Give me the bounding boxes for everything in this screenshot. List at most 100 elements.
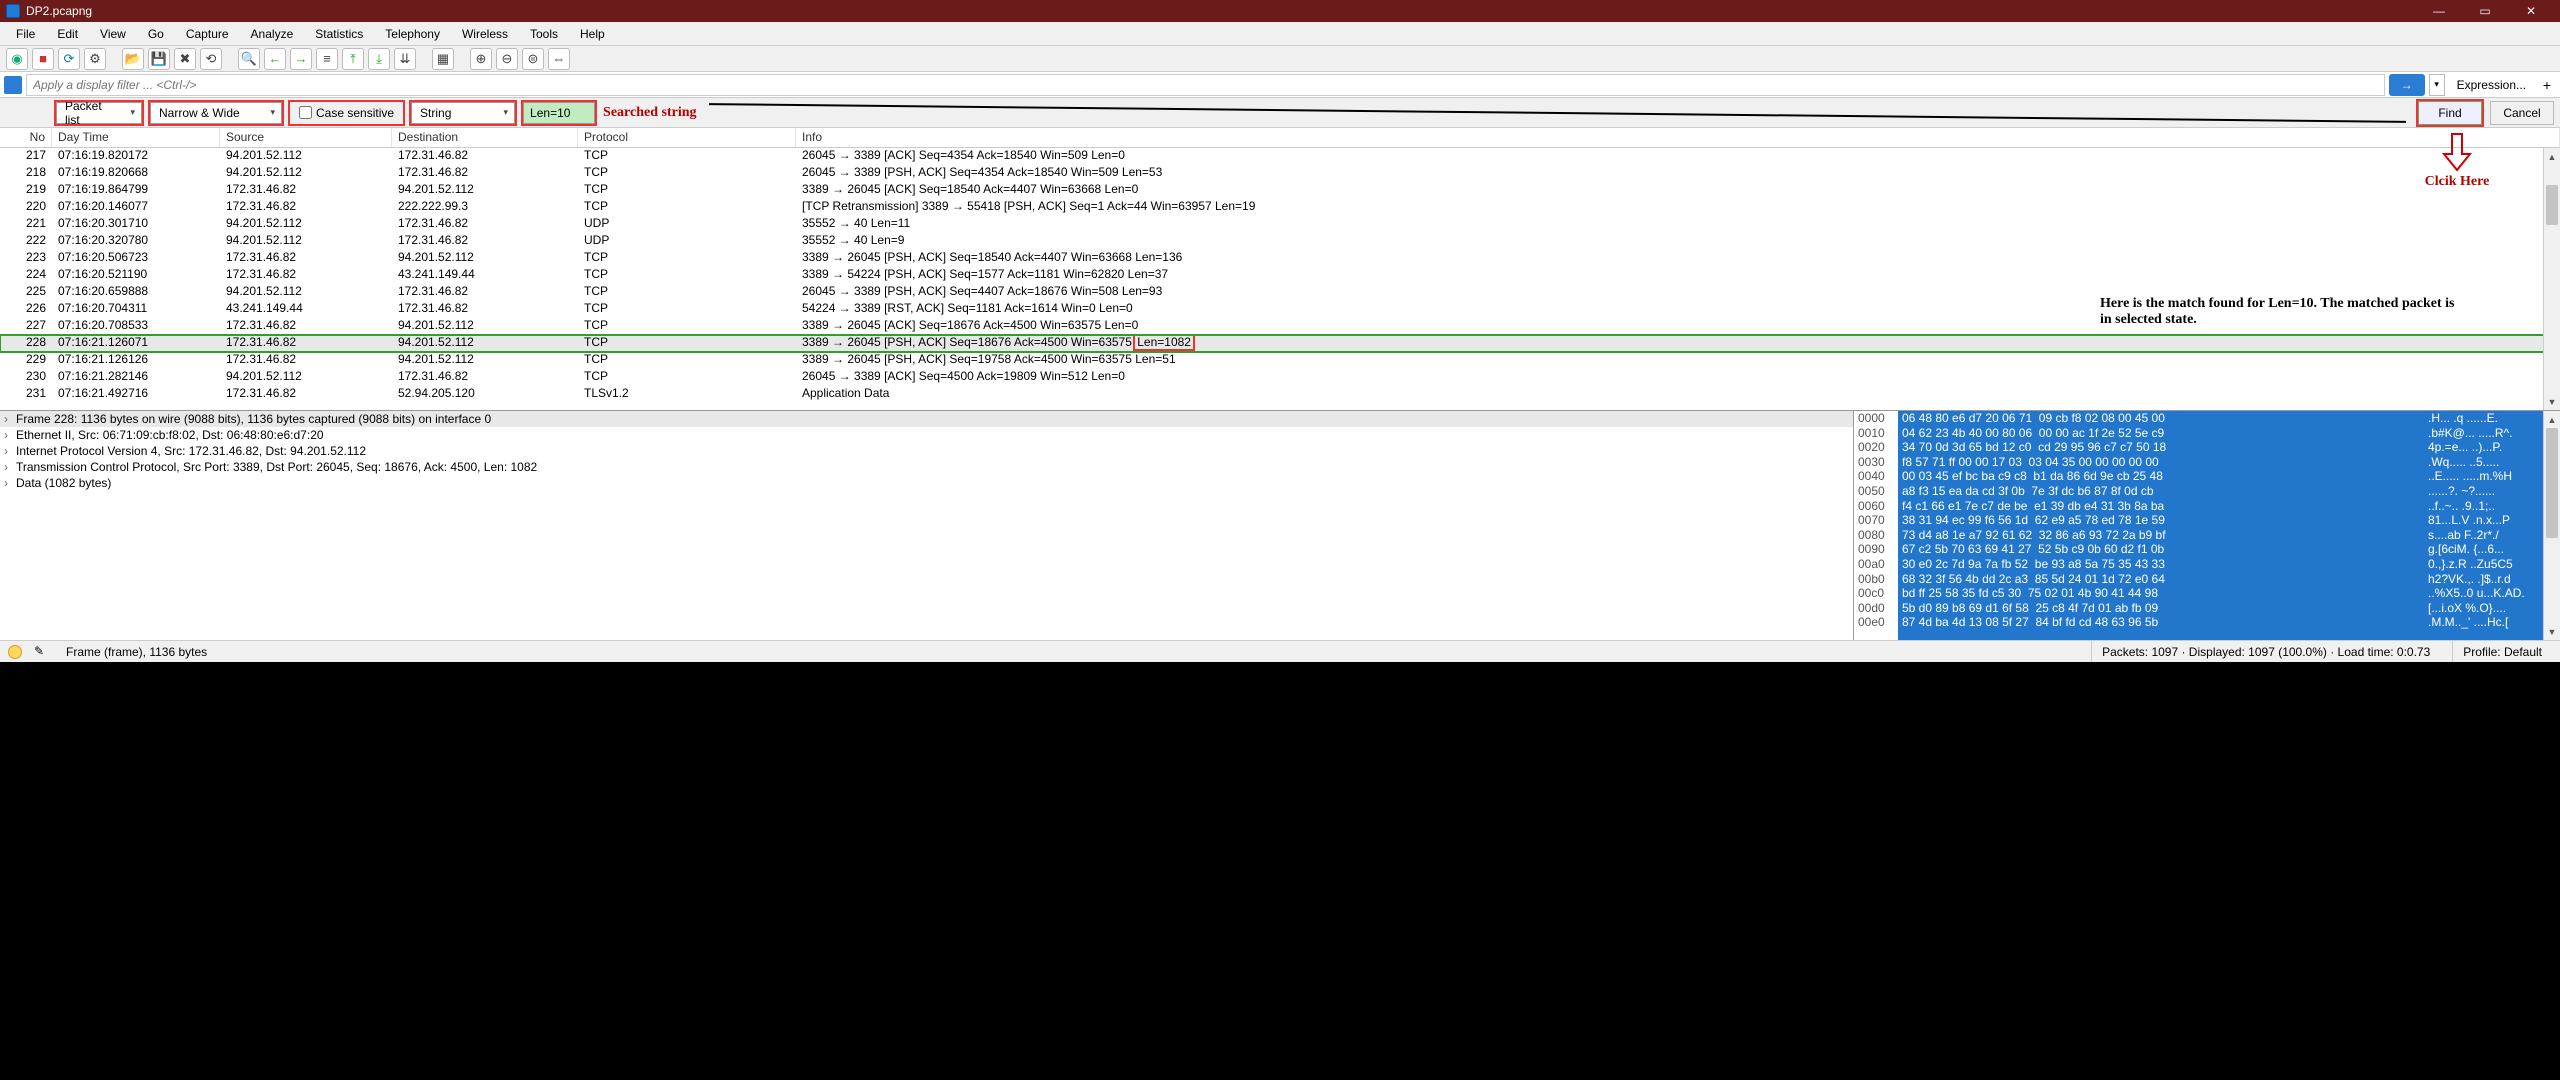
detail-line: Ethernet II, Src: 06:71:09:cb:f8:02, Dst… (16, 428, 324, 442)
menu-file[interactable]: File (6, 24, 45, 44)
col-header-no[interactable]: No (0, 128, 52, 147)
filter-history-dropdown[interactable]: ▾ (2429, 74, 2445, 96)
packet-row[interactable]: 22107:16:20.30171094.201.52.112172.31.46… (0, 216, 2560, 233)
packet-row[interactable]: 23007:16:21.28214694.201.52.112172.31.46… (0, 369, 2560, 386)
bottom-panes: ›Frame 228: 1136 bytes on wire (9088 bit… (0, 410, 2560, 640)
titlebar: DP2.pcapng — ▭ ✕ (0, 0, 2560, 22)
go-back-icon[interactable]: ← (264, 48, 286, 70)
edit-capture-comment-icon[interactable]: ✎ (34, 644, 54, 660)
expand-icon[interactable]: › (4, 460, 16, 474)
packet-row[interactable]: 22507:16:20.65988894.201.52.112172.31.46… (0, 284, 2560, 301)
annotation-line (709, 103, 2406, 123)
packet-row[interactable]: 21807:16:19.82066894.201.52.112172.31.46… (0, 165, 2560, 182)
packet-row[interactable]: 22807:16:21.126071172.31.46.8294.201.52.… (0, 335, 2560, 352)
scroll-down-arrow[interactable]: ▼ (2544, 393, 2560, 410)
expression-button[interactable]: Expression... (2449, 78, 2534, 92)
minimize-button[interactable]: — (2416, 0, 2462, 22)
col-header-destination[interactable]: Destination (392, 128, 578, 147)
col-header-source[interactable]: Source (220, 128, 392, 147)
status-profile[interactable]: Profile: Default (2452, 641, 2552, 663)
search-value-input[interactable]: Len=10 (523, 102, 595, 124)
start-capture-icon[interactable]: ◉ (6, 48, 28, 70)
menu-view[interactable]: View (90, 24, 136, 44)
col-header-protocol[interactable]: Protocol (578, 128, 796, 147)
packet-row[interactable]: 22007:16:20.146077172.31.46.82222.222.99… (0, 199, 2560, 216)
resize-columns-icon[interactable]: ⇔ (548, 48, 570, 70)
restart-capture-icon[interactable]: ⟳ (58, 48, 80, 70)
col-header-info[interactable]: Info (796, 128, 2560, 147)
close-button[interactable]: ✕ (2508, 0, 2554, 22)
expand-icon[interactable]: › (4, 444, 16, 458)
scroll-down-arrow[interactable]: ▼ (2544, 623, 2560, 640)
expand-icon[interactable]: › (4, 476, 16, 490)
packet-row[interactable]: 21707:16:19.82017294.201.52.112172.31.46… (0, 148, 2560, 165)
go-first-icon[interactable]: ⤒ (342, 48, 364, 70)
add-filter-button[interactable]: + (2538, 77, 2556, 93)
packet-row[interactable]: 22707:16:20.708533172.31.46.8294.201.52.… (0, 318, 2560, 335)
menu-analyze[interactable]: Analyze (241, 24, 304, 44)
open-file-icon[interactable]: 📂 (122, 48, 144, 70)
capture-options-icon[interactable]: ⚙ (84, 48, 106, 70)
expand-icon[interactable]: › (4, 428, 16, 442)
menu-edit[interactable]: Edit (47, 24, 88, 44)
detail-line: Data (1082 bytes) (16, 476, 111, 490)
packet-details-pane[interactable]: ›Frame 228: 1136 bytes on wire (9088 bit… (0, 411, 1854, 640)
close-file-icon[interactable]: ✖ (174, 48, 196, 70)
case-sensitive-checkbox[interactable]: Case sensitive (290, 102, 403, 124)
search-type-dropdown[interactable]: String (411, 102, 515, 124)
menu-wireless[interactable]: Wireless (452, 24, 518, 44)
filter-bookmark-icon[interactable] (4, 76, 22, 94)
menu-help[interactable]: Help (570, 24, 615, 44)
search-area-dropdown[interactable]: Packet list (56, 102, 142, 124)
maximize-button[interactable]: ▭ (2462, 0, 2508, 22)
scroll-up-arrow[interactable]: ▲ (2544, 411, 2560, 428)
save-file-icon[interactable]: 💾 (148, 48, 170, 70)
scroll-thumb[interactable] (2546, 185, 2558, 225)
autoscroll-icon[interactable]: ⇊ (394, 48, 416, 70)
search-charset-dropdown[interactable]: Narrow & Wide (150, 102, 282, 124)
find-packet-bar: Packet list Narrow & Wide Case sensitive… (0, 98, 2560, 128)
packet-row[interactable]: 22407:16:20.521190172.31.46.8243.241.149… (0, 267, 2560, 284)
col-header-time[interactable]: Day Time (52, 128, 220, 147)
window-title: DP2.pcapng (26, 4, 92, 18)
annotation-searched-string: Searched string (603, 105, 696, 121)
display-filter-bar: → ▾ Expression... + (0, 72, 2560, 98)
menu-go[interactable]: Go (138, 24, 174, 44)
menu-telephony[interactable]: Telephony (375, 24, 450, 44)
detail-line: Frame 228: 1136 bytes on wire (9088 bits… (16, 412, 491, 426)
packet-bytes-pane[interactable]: 0000001000200030004000500060007000800090… (1854, 411, 2560, 640)
packet-row[interactable]: 22607:16:20.70431143.241.149.44172.31.46… (0, 301, 2560, 318)
cancel-find-button[interactable]: Cancel (2490, 101, 2554, 125)
packet-row[interactable]: 23107:16:21.492716172.31.46.8252.94.205.… (0, 386, 2560, 403)
packet-row[interactable]: 22207:16:20.32078094.201.52.112172.31.46… (0, 233, 2560, 250)
go-last-icon[interactable]: ⤓ (368, 48, 390, 70)
find-button[interactable]: Find (2418, 101, 2482, 125)
goto-packet-icon[interactable]: ≡ (316, 48, 338, 70)
packet-list-scrollbar[interactable]: ▲ ▼ (2543, 148, 2560, 410)
zoom-reset-icon[interactable]: ⊜ (522, 48, 544, 70)
menu-statistics[interactable]: Statistics (305, 24, 373, 44)
reload-icon[interactable]: ⟲ (200, 48, 222, 70)
packet-row[interactable]: 22907:16:21.126126172.31.46.8294.201.52.… (0, 352, 2560, 369)
main-toolbar: ◉ ■ ⟳ ⚙ 📂 💾 ✖ ⟲ 🔍 ← → ≡ ⤒ ⤓ ⇊ ▦ ⊕ ⊖ ⊜ ⇔ (0, 46, 2560, 72)
expand-icon[interactable]: › (4, 412, 16, 426)
zoom-in-icon[interactable]: ⊕ (470, 48, 492, 70)
zoom-out-icon[interactable]: ⊖ (496, 48, 518, 70)
find-packet-icon[interactable]: 🔍 (238, 48, 260, 70)
colorize-icon[interactable]: ▦ (432, 48, 454, 70)
menu-capture[interactable]: Capture (176, 24, 239, 44)
expert-info-icon[interactable] (8, 645, 22, 659)
detail-line: Transmission Control Protocol, Src Port:… (16, 460, 537, 474)
menu-bar: File Edit View Go Capture Analyze Statis… (0, 22, 2560, 46)
go-forward-icon[interactable]: → (290, 48, 312, 70)
stop-capture-icon[interactable]: ■ (32, 48, 54, 70)
display-filter-input[interactable] (26, 74, 2385, 96)
scroll-up-arrow[interactable]: ▲ (2544, 148, 2560, 165)
packet-row[interactable]: 22307:16:20.506723172.31.46.8294.201.52.… (0, 250, 2560, 267)
hex-scrollbar[interactable]: ▲ ▼ (2543, 411, 2560, 640)
wireshark-icon (6, 4, 20, 18)
scroll-thumb[interactable] (2546, 428, 2558, 538)
apply-filter-button[interactable]: → (2389, 74, 2425, 96)
menu-tools[interactable]: Tools (520, 24, 568, 44)
packet-row[interactable]: 21907:16:19.864799172.31.46.8294.201.52.… (0, 182, 2560, 199)
